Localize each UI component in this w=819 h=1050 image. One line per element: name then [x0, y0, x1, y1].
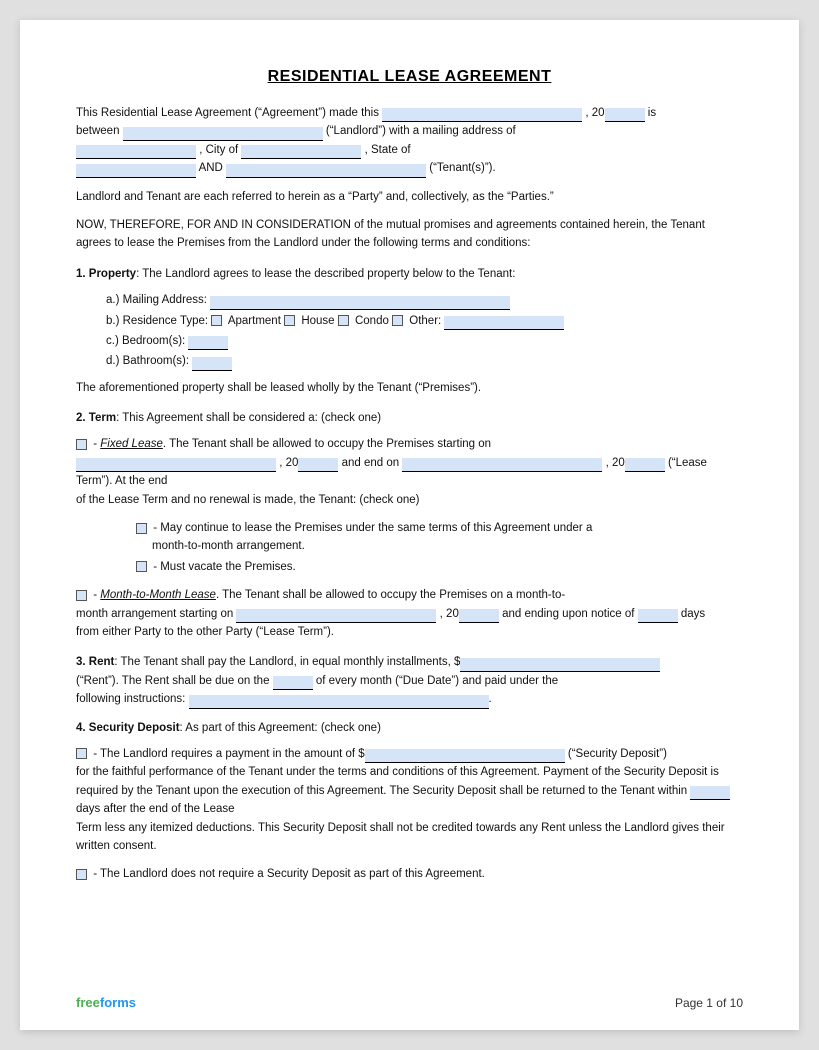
no-security-deposit-checkbox[interactable] [76, 869, 87, 880]
month-lease-option: - Month-to-Month Lease. The Tenant shall… [76, 586, 743, 641]
consideration-paragraph: NOW, THEREFORE, FOR AND IN CONSIDERATION… [76, 216, 743, 253]
fixed-start-year[interactable] [298, 458, 338, 472]
rent-amount-field[interactable] [460, 658, 660, 672]
document-page: RESIDENTIAL LEASE AGREEMENT This Residen… [20, 20, 799, 1030]
continue-lease-checkbox[interactable] [136, 523, 147, 534]
brand: freeforms [76, 995, 136, 1010]
month-start-year[interactable] [459, 609, 499, 623]
month-start-field[interactable] [236, 609, 436, 623]
city-field[interactable] [241, 145, 361, 159]
condo-checkbox[interactable] [338, 315, 349, 326]
notice-days-field[interactable] [638, 609, 678, 623]
intro-line4-post: (“Tenant(s)”). [429, 162, 495, 174]
intro-line1-pre: This Residential Lease Agreement (“Agree… [76, 107, 379, 119]
other-type-field[interactable] [444, 316, 564, 330]
section3: 3. Rent: The Tenant shall pay the Landlo… [76, 653, 743, 708]
fixed-lease-suboptions: - May continue to lease the Premises und… [136, 519, 743, 576]
intro-line1-mid: , 20 [585, 107, 604, 119]
section1-a: a.) Mailing Address: [106, 291, 743, 309]
payment-instructions-field[interactable] [189, 695, 489, 709]
security-deposit-amount[interactable] [365, 749, 565, 763]
intro-line4-and: AND [199, 162, 223, 174]
apartment-checkbox[interactable] [211, 315, 222, 326]
house-checkbox[interactable] [284, 315, 295, 326]
section1-d: d.) Bathroom(s): [106, 352, 743, 370]
brand-free: free [76, 995, 100, 1010]
intro-line2-mid: (“Landlord”) with a mailing address of [326, 125, 516, 137]
intro-line3-mid: , City of [199, 144, 238, 156]
intro-paragraph: This Residential Lease Agreement (“Agree… [76, 104, 743, 178]
fixed-lease-option: - Fixed Lease. The Tenant shall be allow… [76, 435, 743, 509]
bathrooms-field[interactable] [192, 357, 232, 371]
bedrooms-field[interactable] [188, 336, 228, 350]
security-deposit-checkbox[interactable] [76, 748, 87, 759]
fixed-option2: - Must vacate the Premises. [136, 558, 743, 576]
return-days-field[interactable] [690, 786, 730, 800]
fixed-end-field[interactable] [402, 458, 602, 472]
intro-line3-post: , State of [365, 144, 411, 156]
document-footer: freeforms Page 1 of 10 [76, 995, 743, 1010]
page-number: Page 1 of 10 [675, 996, 743, 1010]
other-checkbox[interactable] [392, 315, 403, 326]
month-lease-checkbox[interactable] [76, 590, 87, 601]
state-line-field[interactable] [76, 164, 196, 178]
mailing-address-field[interactable] [210, 296, 510, 310]
section4-heading: 4. Security Deposit: As part of this Agr… [76, 719, 743, 737]
section1-c: c.) Bedroom(s): [106, 332, 743, 350]
vacate-checkbox[interactable] [136, 561, 147, 572]
intro-line1-post: is [648, 107, 656, 119]
brand-forms: forms [100, 995, 136, 1010]
fixed-lease-checkbox[interactable] [76, 439, 87, 450]
section1-items: a.) Mailing Address: b.) Residence Type:… [106, 291, 743, 371]
intro-line2-pre: between [76, 125, 119, 137]
fixed-option1: - May continue to lease the Premises und… [136, 519, 743, 556]
landlord-name-field[interactable] [123, 127, 323, 141]
year-field[interactable] [605, 108, 645, 122]
section2-heading: 2. Term: This Agreement shall be conside… [76, 409, 743, 427]
fixed-end-year[interactable] [625, 458, 665, 472]
parties-paragraph: Landlord and Tenant are each referred to… [76, 188, 743, 206]
section1-footer: The aforementioned property shall be lea… [76, 379, 743, 397]
section4-option1: - The Landlord requires a payment in the… [76, 745, 743, 855]
section1-b: b.) Residence Type: Apartment House Cond… [106, 312, 743, 330]
tenant-name-field[interactable] [226, 164, 426, 178]
document-title: RESIDENTIAL LEASE AGREEMENT [76, 68, 743, 86]
section1: 1. Property: The Landlord agrees to leas… [76, 265, 743, 283]
date-field[interactable] [382, 108, 582, 122]
due-date-field[interactable] [273, 676, 313, 690]
address-field[interactable] [76, 145, 196, 159]
section4-option2: - The Landlord does not require a Securi… [76, 865, 743, 883]
fixed-start-field[interactable] [76, 458, 276, 472]
